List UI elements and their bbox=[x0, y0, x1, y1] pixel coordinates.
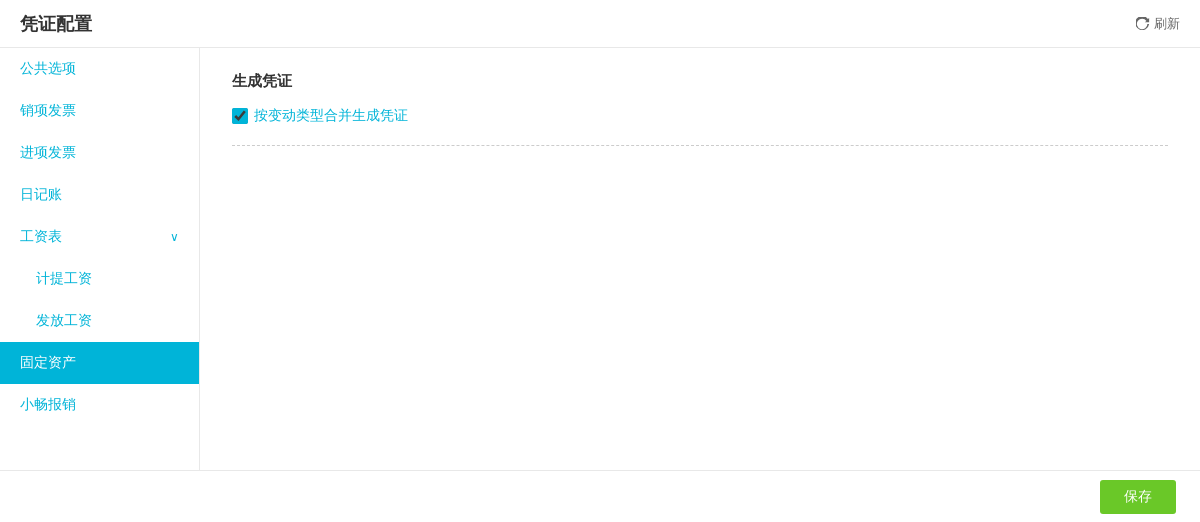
sidebar-item-label: 日记账 bbox=[20, 186, 62, 204]
sidebar-item-label: 计提工资 bbox=[36, 270, 92, 288]
merge-by-type-label: 按变动类型合并生成凭证 bbox=[254, 107, 408, 125]
page-title: 凭证配置 bbox=[20, 12, 92, 36]
refresh-button[interactable]: 刷新 bbox=[1136, 15, 1180, 33]
checkbox-row: 按变动类型合并生成凭证 bbox=[232, 107, 1168, 125]
sidebar-item-expense[interactable]: 小畅报销 bbox=[0, 384, 199, 426]
section-divider bbox=[232, 145, 1168, 146]
sidebar-item-label: 公共选项 bbox=[20, 60, 76, 78]
sidebar-item-label: 工资表 bbox=[20, 228, 62, 246]
main-container: 公共选项 销项发票 进项发票 日记账 工资表 ∨ 计提工资 发放工资 固定资产 … bbox=[0, 48, 1200, 470]
sidebar-item-label: 小畅报销 bbox=[20, 396, 76, 414]
content-area: 生成凭证 按变动类型合并生成凭证 bbox=[200, 48, 1200, 470]
sidebar-item-commission[interactable]: 计提工资 bbox=[0, 258, 199, 300]
sidebar-item-public[interactable]: 公共选项 bbox=[0, 48, 199, 90]
sidebar-item-label: 发放工资 bbox=[36, 312, 92, 330]
sidebar-item-payroll[interactable]: 工资表 ∨ bbox=[0, 216, 199, 258]
refresh-icon bbox=[1136, 17, 1150, 31]
page-header: 凭证配置 刷新 bbox=[0, 0, 1200, 48]
sidebar-item-label: 固定资产 bbox=[20, 354, 76, 372]
save-button[interactable]: 保存 bbox=[1100, 480, 1176, 514]
page-footer: 保存 bbox=[0, 470, 1200, 522]
refresh-label: 刷新 bbox=[1154, 15, 1180, 33]
merge-by-type-checkbox-wrapper[interactable]: 按变动类型合并生成凭证 bbox=[232, 107, 408, 125]
merge-by-type-checkbox[interactable] bbox=[232, 108, 248, 124]
section-title: 生成凭证 bbox=[232, 72, 1168, 91]
sidebar-item-journal[interactable]: 日记账 bbox=[0, 174, 199, 216]
sidebar-item-label: 进项发票 bbox=[20, 144, 76, 162]
sidebar: 公共选项 销项发票 进项发票 日记账 工资表 ∨ 计提工资 发放工资 固定资产 … bbox=[0, 48, 200, 470]
sidebar-item-sales-invoice[interactable]: 销项发票 bbox=[0, 90, 199, 132]
sidebar-item-label: 销项发票 bbox=[20, 102, 76, 120]
sidebar-item-distribute[interactable]: 发放工资 bbox=[0, 300, 199, 342]
chevron-down-icon: ∨ bbox=[170, 230, 179, 244]
sidebar-item-fixed-assets[interactable]: 固定资产 bbox=[0, 342, 199, 384]
sidebar-item-purchase-invoice[interactable]: 进项发票 bbox=[0, 132, 199, 174]
